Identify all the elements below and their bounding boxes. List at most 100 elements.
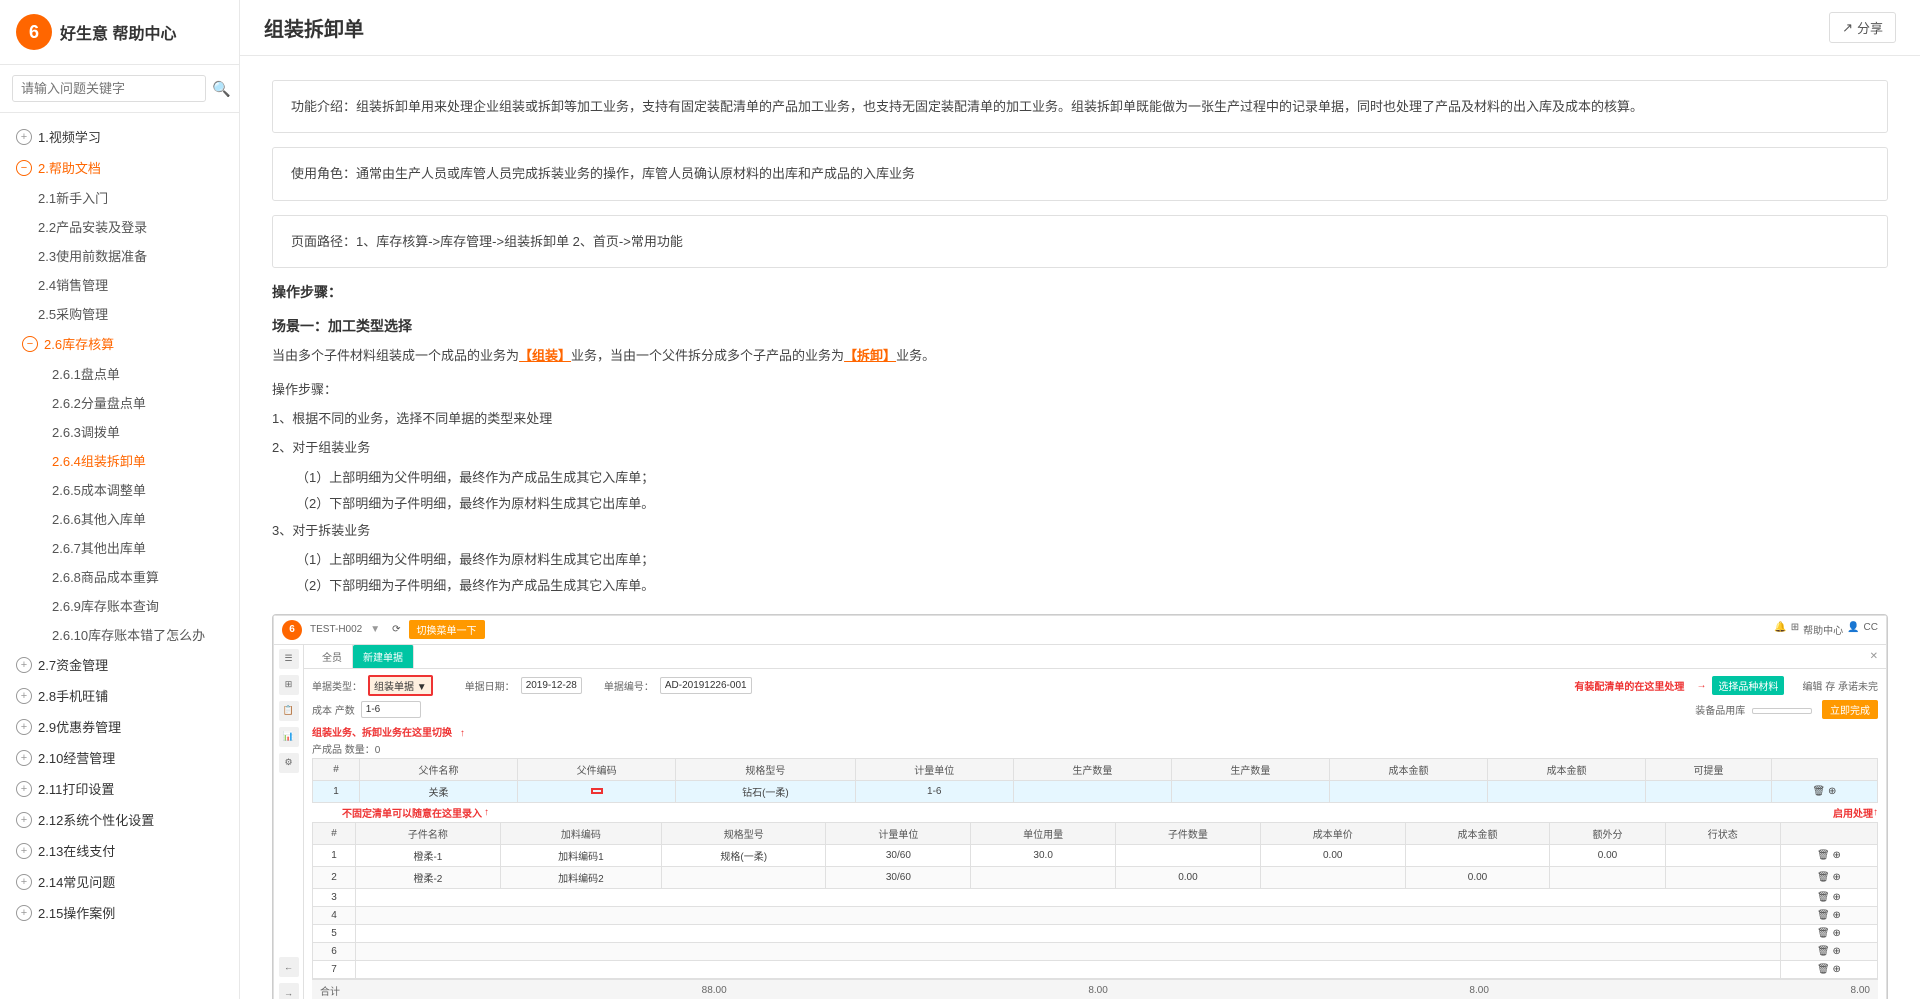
sidebar-label-video: 1.视频学习 xyxy=(38,127,101,146)
sidebar-item-coupon[interactable]: + 2.9优惠券管理 xyxy=(0,711,239,742)
screenshot-container: 6 TEST-H002 ▼ ⟳ 切换菜单一下 🔔 ⊞ 帮助中心 👤 CC xyxy=(272,614,1888,999)
upper-table-label: 产成品 数量：0 xyxy=(312,741,1878,756)
lower-th-cost-amt: 成本金额 xyxy=(1405,822,1550,844)
app-close-btn[interactable]: ✕ xyxy=(1870,651,1878,662)
app-topbar: 6 TEST-H002 ▼ ⟳ 切换菜单一下 🔔 ⊞ 帮助中心 👤 CC xyxy=(274,616,1886,645)
date-input[interactable]: 2019-12-28 xyxy=(521,677,582,694)
app-sidebar-main: ☰ ⊞ 📋 📊 ⚙ ← → 全员 新建单据 ✕ xyxy=(274,645,1886,999)
search-input[interactable] xyxy=(12,75,206,102)
lower-cell-num-4: 4 xyxy=(313,906,356,924)
sidebar-item-ops[interactable]: + 2.10经营管理 xyxy=(0,742,239,773)
step2-sub1: （1）上部明细为父件明细，最终作为产成品生成其它入库单； xyxy=(296,466,1888,489)
count-input[interactable]: 1-6 xyxy=(361,701,421,718)
lower-cell-actions-6: 🗑 ⊕ xyxy=(1780,942,1877,960)
app-left-icon-4: 📊 xyxy=(279,727,299,747)
sidebar-item-personalize[interactable]: + 2.12系统个性化设置 xyxy=(0,804,239,835)
sidebar-sub-other-in[interactable]: 2.6.6其他入库单 xyxy=(0,504,239,533)
step3-sub2: （2）下部明细为子件明细，最终作为产成品生成其它入库单。 xyxy=(296,574,1888,597)
app-form-row2: 成本 产数 1-6 装备品用库 立即完成 xyxy=(312,700,1878,719)
lower-cell-spec-1: 规格(一柔) xyxy=(662,844,826,866)
code-label: 单据编号： xyxy=(604,678,654,693)
upper-th-name: 父件名称 xyxy=(359,758,517,780)
bottom-total-label: 合计 xyxy=(320,983,340,998)
annotation-arrow5: ↑ xyxy=(484,807,489,818)
feature-intro-block: 功能介绍：组装拆卸单用来处理企业组装或拆卸等加工业务，支持有固定装配清单的产品加… xyxy=(272,80,1888,133)
lower-cell-empty-7 xyxy=(356,960,1781,978)
date-label: 单据日期： xyxy=(465,678,515,693)
step3-sub1: （1）上部明细为父件明细，最终作为原材料生成其它出库单； xyxy=(296,548,1888,571)
lower-cell-spec-2 xyxy=(662,866,826,888)
cases-expand-icon: + xyxy=(16,905,32,921)
lower-th-extra: 额外分 xyxy=(1550,822,1665,844)
sidebar-sub-stocktake[interactable]: 2.6.1盘点单 xyxy=(0,359,239,388)
lower-table: # 子件名称 加料编码 规格型号 计量单位 单位用量 子件数量 成本单价 成本金 xyxy=(312,822,1878,979)
sidebar-sub-newcomer[interactable]: 2.1新手入门 xyxy=(0,183,239,212)
sidebar-item-docs[interactable]: − 2.帮助文档 xyxy=(0,152,239,183)
sidebar-sub-stock-split[interactable]: 2.6.2分量盘点单 xyxy=(0,388,239,417)
upper-th-avail: 可提量 xyxy=(1646,758,1772,780)
step2: 2、对于组装业务 xyxy=(272,436,1888,459)
lower-cell-actions-1: 🗑 ⊕ xyxy=(1780,844,1877,866)
app-tab-all[interactable]: 全员 xyxy=(312,645,353,668)
select-bom-btn[interactable]: 选择品种材料 xyxy=(1712,676,1784,695)
lower-cell-status-2 xyxy=(1665,866,1780,888)
upper-th-num: # xyxy=(313,758,360,780)
step1: 1、根据不同的业务，选择不同单据的类型来处理 xyxy=(272,407,1888,430)
app-screenshot: 6 TEST-H002 ▼ ⟳ 切换菜单一下 🔔 ⊞ 帮助中心 👤 CC xyxy=(273,615,1887,999)
search-button[interactable]: 🔍 xyxy=(212,80,231,98)
lower-cell-num-2: 2 xyxy=(313,866,356,888)
sidebar-sub-stock-error[interactable]: 2.6.10库存账本错了怎么办 xyxy=(0,620,239,649)
lower-cell-num-6: 6 xyxy=(313,942,356,960)
role-block: 使用角色：通常由生产人员或库管人员完成拆装业务的操作，库管人员确认原材料的出库和… xyxy=(272,147,1888,200)
step3: 3、对于拆装业务 xyxy=(272,519,1888,542)
lower-cell-extra-1: 0.00 xyxy=(1550,844,1665,866)
lower-cell-empty-6 xyxy=(356,942,1781,960)
app-refresh-icon: ⟳ xyxy=(392,624,400,635)
upper-cell-unit-1: 1-6 xyxy=(855,780,1013,802)
lower-table-row-7: 7 🗑 ⊕ xyxy=(313,960,1878,978)
sidebar-sub-goods-cost[interactable]: 2.6.8商品成本重算 xyxy=(0,562,239,591)
sidebar-sub-assembly[interactable]: 2.6.4组装拆卸单 xyxy=(0,446,239,475)
app-left-icon-3: 📋 xyxy=(279,701,299,721)
app-dropdown-icon: ▼ xyxy=(370,624,380,635)
path-block: 页面路径：1、库存核算->库存管理->组装拆卸单 2、首页->常用功能 xyxy=(272,215,1888,268)
share-button[interactable]: ↗ 分享 xyxy=(1829,12,1896,43)
personalize-expand-icon: + xyxy=(16,812,32,828)
lower-th-unit: 计量单位 xyxy=(826,822,971,844)
upper-table-row-1: 1 关柔 钻石(一柔) 1-6 xyxy=(313,780,1878,802)
app-icons-area: 🔔 ⊞ 帮助中心 👤 CC xyxy=(1774,622,1878,637)
app-logo-icon: 6 xyxy=(16,14,52,50)
sidebar-sub-data-prep[interactable]: 2.3使用前数据准备 xyxy=(0,241,239,270)
sidebar-item-mobile[interactable]: + 2.8手机旺铺 xyxy=(0,680,239,711)
sidebar-item-online-pay[interactable]: + 2.13在线支付 xyxy=(0,835,239,866)
sidebar-sub-cost-adjust[interactable]: 2.6.5成本调整单 xyxy=(0,475,239,504)
lower-cell-actions-5: 🗑 ⊕ xyxy=(1780,924,1877,942)
sidebar-sub-purchase[interactable]: 2.5采购管理 xyxy=(0,299,239,328)
lower-cell-num-5: 5 xyxy=(313,924,356,942)
sidebar-sub-sales[interactable]: 2.4销售管理 xyxy=(0,270,239,299)
lower-th-actions xyxy=(1780,822,1877,844)
sidebar-sub-adjust[interactable]: 2.6.3调拨单 xyxy=(0,417,239,446)
type-select[interactable]: 组装单据 ▼ xyxy=(368,675,433,696)
app-tab-new[interactable]: 新建单据 xyxy=(353,645,414,668)
sidebar-item-cases[interactable]: + 2.15操作案例 xyxy=(0,897,239,928)
red-box-code xyxy=(591,788,603,794)
sidebar-item-print[interactable]: + 2.11打印设置 xyxy=(0,773,239,804)
sidebar-item-finance[interactable]: + 2.7资金管理 xyxy=(0,649,239,680)
annotation-arrow1: → xyxy=(1696,680,1706,691)
sidebar-item-inventory[interactable]: − 2.6库存核算 xyxy=(0,328,239,359)
upper-cell-num-1: 1 xyxy=(313,780,360,802)
app-left-icon-sidebar: ☰ ⊞ 📋 📊 ⚙ ← → xyxy=(274,645,304,999)
sidebar-sub-other-out[interactable]: 2.6.7其他出库单 xyxy=(0,533,239,562)
warehouse-input[interactable] xyxy=(1752,708,1812,714)
sidebar-label-docs: 2.帮助文档 xyxy=(38,158,101,177)
save-immediately-btn[interactable]: 立即完成 xyxy=(1822,700,1878,719)
lower-th-spec: 规格型号 xyxy=(662,822,826,844)
sidebar-item-video[interactable]: + 1.视频学习 xyxy=(0,121,239,152)
lower-cell-actions-3: 🗑 ⊕ xyxy=(1780,888,1877,906)
sidebar-sub-stock-query[interactable]: 2.6.9库存账本查询 xyxy=(0,591,239,620)
sidebar-item-faq[interactable]: + 2.14常见问题 xyxy=(0,866,239,897)
code-input[interactable]: AD-20191226-001 xyxy=(660,677,752,694)
app-nav-button[interactable]: 切换菜单一下 xyxy=(409,620,485,639)
sidebar-sub-install[interactable]: 2.2产品安装及登录 xyxy=(0,212,239,241)
